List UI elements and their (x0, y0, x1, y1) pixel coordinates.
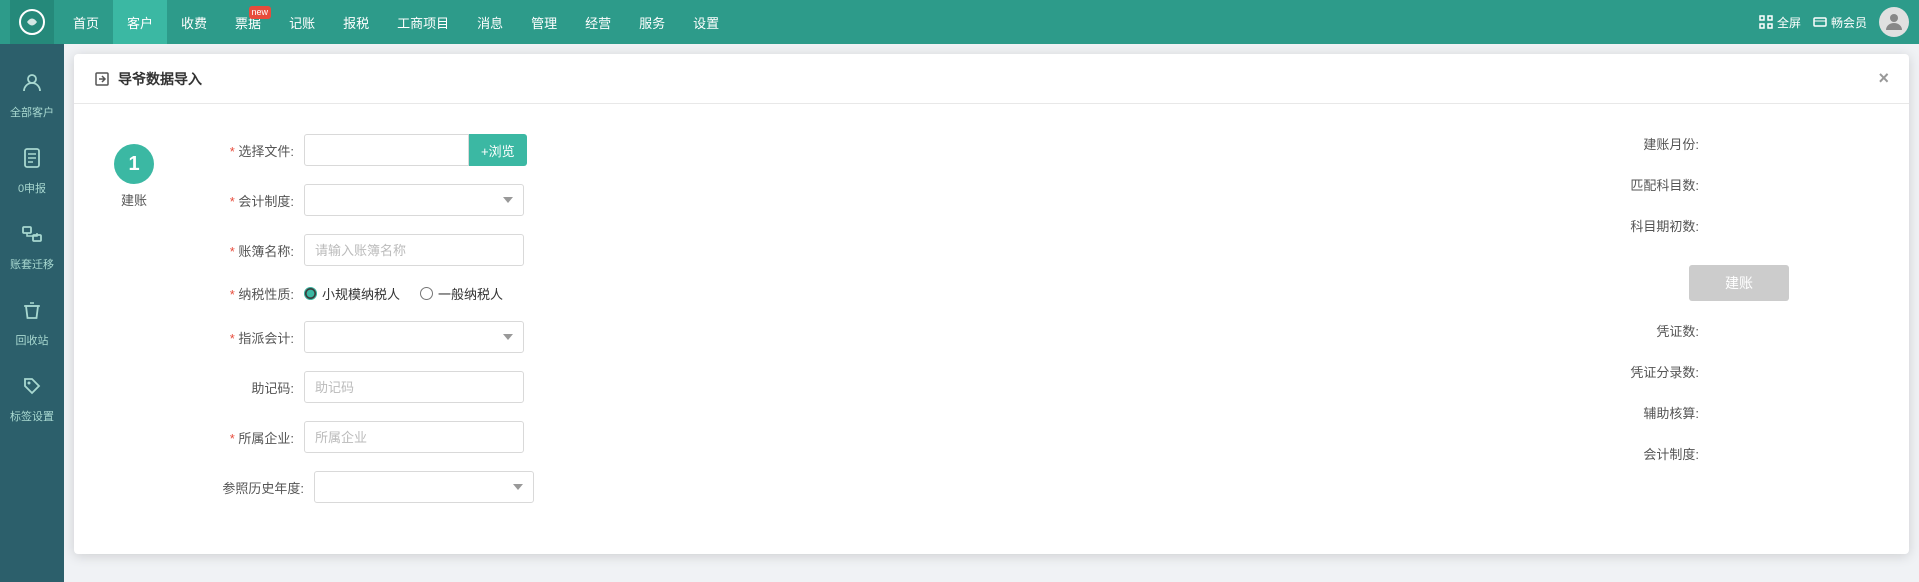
dialog-close-button[interactable]: × (1878, 68, 1889, 89)
nav-item-settings[interactable]: 设置 (679, 0, 733, 44)
select-file-row: 选择文件: +浏览 (214, 134, 1549, 166)
browse-button[interactable]: +浏览 (469, 134, 527, 166)
right-accounting-system-row: 会计制度: (1609, 444, 1869, 463)
voucher-entries-label: 凭证分录数: (1609, 362, 1699, 381)
form-section: 选择文件: +浏览 会计制度: (214, 134, 1549, 521)
build-account-button[interactable]: 建账 (1689, 265, 1789, 301)
step-area: 1 建账 (114, 134, 154, 521)
period-initial-row: 科目期初数: (1609, 216, 1869, 235)
build-month-row: 建账月份: (1609, 134, 1869, 153)
new-badge: new (249, 6, 272, 19)
tax-general-radio[interactable]: 一般纳税人 (420, 284, 503, 303)
import-icon (94, 71, 110, 87)
app-logo[interactable] (10, 0, 54, 44)
nav-right: 全屏 畅会员 (1759, 7, 1909, 37)
nav-item-message[interactable]: 消息 (463, 0, 517, 44)
reference-year-label: 参照历史年度: (214, 478, 304, 497)
assign-accountant-row: 指派会计: (214, 321, 1549, 353)
sidebar-item-tags[interactable]: 标签设置 (0, 358, 64, 434)
assign-accountant-label: 指派会计: (214, 328, 294, 347)
trash-icon (14, 292, 50, 328)
nav-item-manage[interactable]: 管理 (517, 0, 571, 44)
voucher-count-row: 凭证数: (1609, 321, 1869, 340)
nav-items: 首页 客户 收费 票据 new 记账 报税 工商项目 消息 管理 经营 (54, 0, 1759, 44)
nav-item-customer[interactable]: 客户 (113, 0, 167, 44)
nav-item-service[interactable]: 服务 (625, 0, 679, 44)
tax-small-radio[interactable]: 小规模纳税人 (304, 284, 400, 303)
vip-button[interactable]: 畅会员 (1813, 14, 1867, 31)
tax-type-radio-group: 小规模纳税人 一般纳税人 (304, 284, 503, 303)
match-subjects-label: 匹配科目数: (1609, 175, 1699, 194)
file-input-group: +浏览 (304, 134, 527, 166)
report-icon (14, 140, 50, 176)
nav-item-fee[interactable]: 收费 (167, 0, 221, 44)
nav-item-bookkeeping[interactable]: 记账 (275, 0, 329, 44)
sidebar: 全部客户 0申报 账套迁移 回收站 标签设置 (0, 44, 64, 582)
avatar[interactable] (1879, 7, 1909, 37)
aux-accounting-row: 辅助核算: (1609, 403, 1869, 422)
nav-item-home[interactable]: 首页 (59, 0, 113, 44)
dialog-body: 1 建账 选择文件: +浏览 (74, 104, 1909, 551)
memo-code-row: 助记码: (214, 371, 1549, 403)
main-layout: 全部客户 0申报 账套迁移 回收站 标签设置 (0, 0, 1919, 582)
main-content: 导爷数据导入 × 1 建账 选择文件: (64, 44, 1919, 582)
sidebar-item-trash[interactable]: 回收站 (0, 282, 64, 358)
period-initial-label: 科目期初数: (1609, 216, 1699, 235)
book-name-row: 账簿名称: (214, 234, 1549, 266)
reference-year-row: 参照历史年度: (214, 471, 1549, 503)
fullscreen-label: 全屏 (1777, 14, 1801, 31)
tag-icon (14, 368, 50, 404)
vip-label: 畅会员 (1831, 14, 1867, 31)
assign-accountant-select[interactable] (304, 321, 524, 353)
right-panel: 建账月份: 匹配科目数: 科目期初数: 建账 凭证 (1609, 134, 1869, 521)
dialog-header: 导爷数据导入 × (74, 54, 1909, 104)
company-input[interactable] (304, 421, 524, 453)
user-icon (14, 64, 50, 100)
accounting-system-label: 会计制度: (214, 191, 294, 210)
company-row: 所属企业: (214, 421, 1549, 453)
step-circle: 1 (114, 144, 154, 184)
memo-code-input[interactable] (304, 371, 524, 403)
migrate-icon (14, 216, 50, 252)
company-label: 所属企业: (214, 428, 294, 447)
accounting-system-select[interactable] (304, 184, 524, 216)
accounting-system-row: 会计制度: (214, 184, 1549, 216)
nav-item-invoice[interactable]: 票据 new (221, 0, 275, 44)
top-nav: 首页 客户 收费 票据 new 记账 报税 工商项目 消息 管理 经营 (0, 0, 1919, 44)
book-name-input[interactable] (304, 234, 524, 266)
reference-year-select[interactable] (314, 471, 534, 503)
tax-type-label: 纳税性质: (214, 284, 294, 303)
match-subjects-row: 匹配科目数: (1609, 175, 1869, 194)
tax-type-row: 纳税性质: 小规模纳税人 一般纳税人 (214, 284, 1549, 303)
step-label: 建账 (121, 190, 147, 209)
file-path-input[interactable] (304, 134, 469, 166)
fullscreen-button[interactable]: 全屏 (1759, 14, 1801, 31)
aux-accounting-label: 辅助核算: (1609, 403, 1699, 422)
voucher-count-label: 凭证数: (1609, 321, 1699, 340)
voucher-entries-row: 凭证分录数: (1609, 362, 1869, 381)
nav-item-business[interactable]: 工商项目 (383, 0, 463, 44)
select-file-label: 选择文件: (214, 141, 294, 160)
dialog-header-left: 导爷数据导入 (94, 69, 202, 89)
book-name-label: 账簿名称: (214, 241, 294, 260)
nav-item-operation[interactable]: 经营 (571, 0, 625, 44)
right-accounting-system-label: 会计制度: (1609, 444, 1699, 463)
memo-code-label: 助记码: (214, 378, 294, 397)
sidebar-item-migrate[interactable]: 账套迁移 (0, 206, 64, 282)
sidebar-item-all-customers[interactable]: 全部客户 (0, 54, 64, 130)
dialog-title: 导爷数据导入 (118, 69, 202, 89)
nav-item-tax[interactable]: 报税 (329, 0, 383, 44)
build-month-label: 建账月份: (1609, 134, 1699, 153)
sidebar-item-zero-declaration[interactable]: 0申报 (0, 130, 64, 206)
dialog: 导爷数据导入 × 1 建账 选择文件: (74, 54, 1909, 554)
